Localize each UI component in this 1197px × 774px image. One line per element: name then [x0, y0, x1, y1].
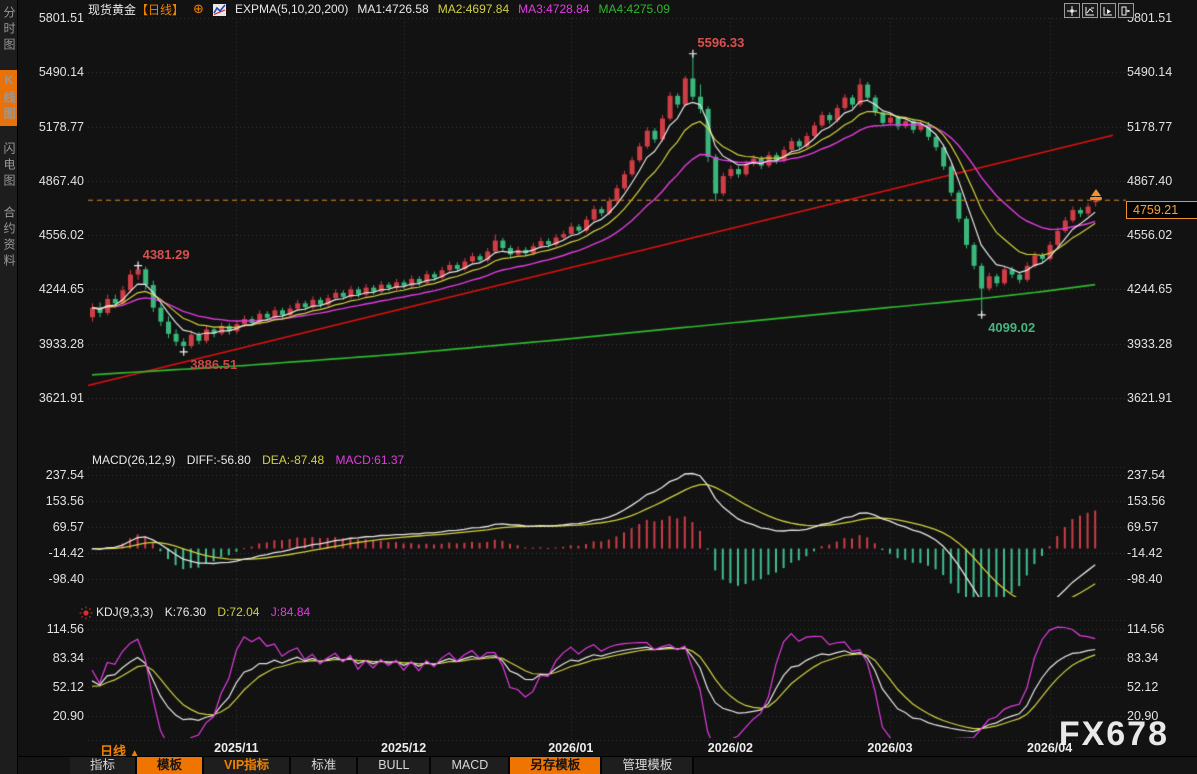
axis-tick: 4556.02 — [24, 228, 84, 242]
watermark: FX678 — [1059, 715, 1169, 754]
chart-header: 现货黄金 【日线】 ⊕ EXPMA(5,10,20,200) MA1:4726.… — [88, 0, 679, 18]
crosshair-icon[interactable] — [1064, 3, 1080, 18]
symbol-title: 现货黄金 — [88, 1, 136, 18]
macd-title: MACD(26,12,9) — [92, 453, 175, 467]
price-annotation: 4381.29 — [143, 247, 190, 262]
chart-canvas[interactable] — [0, 0, 1197, 774]
axis-tick: 4867.40 — [1127, 174, 1187, 188]
date-axis-label: 2026/03 — [850, 741, 930, 755]
indicator-icon — [213, 4, 226, 16]
axis-tick: 237.54 — [1127, 468, 1187, 482]
axis-tick: 5490.14 — [1127, 65, 1187, 79]
date-axis-label: 2026/01 — [531, 741, 611, 755]
date-axis-label: 2025/12 — [364, 741, 444, 755]
axis-tick: 153.56 — [24, 494, 84, 508]
expma-label: EXPMA(5,10,20,200) — [235, 2, 348, 16]
date-axis-label: 2025/11 — [196, 741, 276, 755]
axis-tick: 69.57 — [24, 520, 84, 534]
kdj-panel-header: KDJ(9,3,3) K:76.30 D:72.04 J:84.84 — [96, 605, 318, 619]
axis-tick: 5801.51 — [1127, 11, 1187, 25]
chart-zoom-in-icon[interactable] — [1082, 3, 1098, 18]
axis-tick: 5490.14 — [24, 65, 84, 79]
axis-tick: 5801.51 — [24, 11, 84, 25]
axis-tick: 3933.28 — [1127, 337, 1187, 351]
window-controls — [1064, 3, 1134, 18]
axis-tick: 153.56 — [1127, 494, 1187, 508]
current-price-box: 4759.21 — [1126, 201, 1197, 219]
axis-tick: -14.42 — [1127, 546, 1187, 560]
ma2-value: MA2:4697.84 — [438, 2, 509, 16]
kdj-k-value: K:76.30 — [165, 605, 206, 619]
axis-tick: 83.34 — [1127, 651, 1187, 665]
bottom-tab-3[interactable]: 标准 — [291, 757, 358, 774]
axis-tick: 3933.28 — [24, 337, 84, 351]
macd-dea-value: DEA:-87.48 — [262, 453, 324, 467]
axis-tick: -98.40 — [1127, 572, 1187, 586]
axis-tick: 4244.65 — [1127, 282, 1187, 296]
kdj-d-value: D:72.04 — [217, 605, 259, 619]
axis-tick: 20.90 — [24, 709, 84, 723]
price-annotation: 3886.51 — [190, 357, 237, 372]
add-indicator-icon[interactable]: ⊕ — [193, 1, 204, 17]
sidebar-item-contract-info[interactable]: 合约资料 — [0, 206, 17, 270]
ma1-value: MA1:4726.58 — [357, 2, 428, 16]
axis-tick: 4244.65 — [24, 282, 84, 296]
axis-tick: 4556.02 — [1127, 228, 1187, 242]
chart-zoom-out-icon[interactable] — [1100, 3, 1116, 18]
panel-settings-icon[interactable] — [79, 606, 93, 623]
sidebar-item-lightning-chart[interactable]: 闪电图 — [0, 142, 17, 190]
bottom-tab-5[interactable]: MACD — [431, 757, 510, 774]
exit-chart-icon[interactable] — [1118, 3, 1134, 18]
price-alert-icon[interactable] — [1088, 189, 1104, 205]
axis-tick: 69.57 — [1127, 520, 1187, 534]
trading-app: 分时图 K线图闪电图合约资料 现货黄金 【日线】 ⊕ EXPMA(5,10,20,… — [0, 0, 1197, 774]
price-annotation: 5596.33 — [697, 35, 744, 50]
axis-tick: 5178.77 — [1127, 120, 1187, 134]
axis-tick: 3621.91 — [24, 391, 84, 405]
axis-tick: 52.12 — [1127, 680, 1187, 694]
sidebar-item-kline-chart[interactable]: K线图 — [0, 70, 17, 126]
sidebar: 分时图 K线图闪电图合约资料 — [0, 0, 18, 774]
period-tag: 【日线】 — [136, 1, 184, 18]
ma4-value: MA4:4275.09 — [599, 2, 670, 16]
macd-macd-value: MACD:61.37 — [335, 453, 404, 467]
bottom-toolbar: 指标模板VIP指标标准BULLMACD另存模板管理模板 — [18, 756, 1197, 774]
axis-tick: 52.12 — [24, 680, 84, 694]
axis-tick: 3621.91 — [1127, 391, 1187, 405]
date-axis-label: 2026/02 — [690, 741, 770, 755]
macd-diff-value: DIFF:-56.80 — [187, 453, 251, 467]
bottom-tab-4[interactable]: BULL — [358, 757, 431, 774]
sidebar-item-time-chart[interactable]: 分时图 — [0, 6, 17, 54]
bottom-tab-2[interactable]: VIP指标 — [204, 757, 291, 774]
bottom-tab-6[interactable]: 另存模板 — [510, 757, 602, 774]
ma3-value: MA3:4728.84 — [518, 2, 589, 16]
axis-tick: 5178.77 — [24, 120, 84, 134]
axis-tick: 83.34 — [24, 651, 84, 665]
axis-tick: 4867.40 — [24, 174, 84, 188]
price-annotation: 4099.02 — [988, 320, 1035, 335]
bottom-tab-1[interactable]: 模板 — [137, 757, 204, 774]
kdj-j-value: J:84.84 — [271, 605, 310, 619]
axis-tick: -98.40 — [24, 572, 84, 586]
axis-tick: 114.56 — [1127, 622, 1187, 636]
axis-tick: 237.54 — [24, 468, 84, 482]
kdj-title: KDJ(9,3,3) — [96, 605, 153, 619]
macd-panel-header: MACD(26,12,9) DIFF:-56.80 DEA:-87.48 MAC… — [92, 453, 412, 467]
bottom-tab-0[interactable]: 指标 — [70, 757, 137, 774]
axis-tick: -14.42 — [24, 546, 84, 560]
axis-tick: 114.56 — [24, 622, 84, 636]
bottom-tab-7[interactable]: 管理模板 — [602, 757, 694, 774]
